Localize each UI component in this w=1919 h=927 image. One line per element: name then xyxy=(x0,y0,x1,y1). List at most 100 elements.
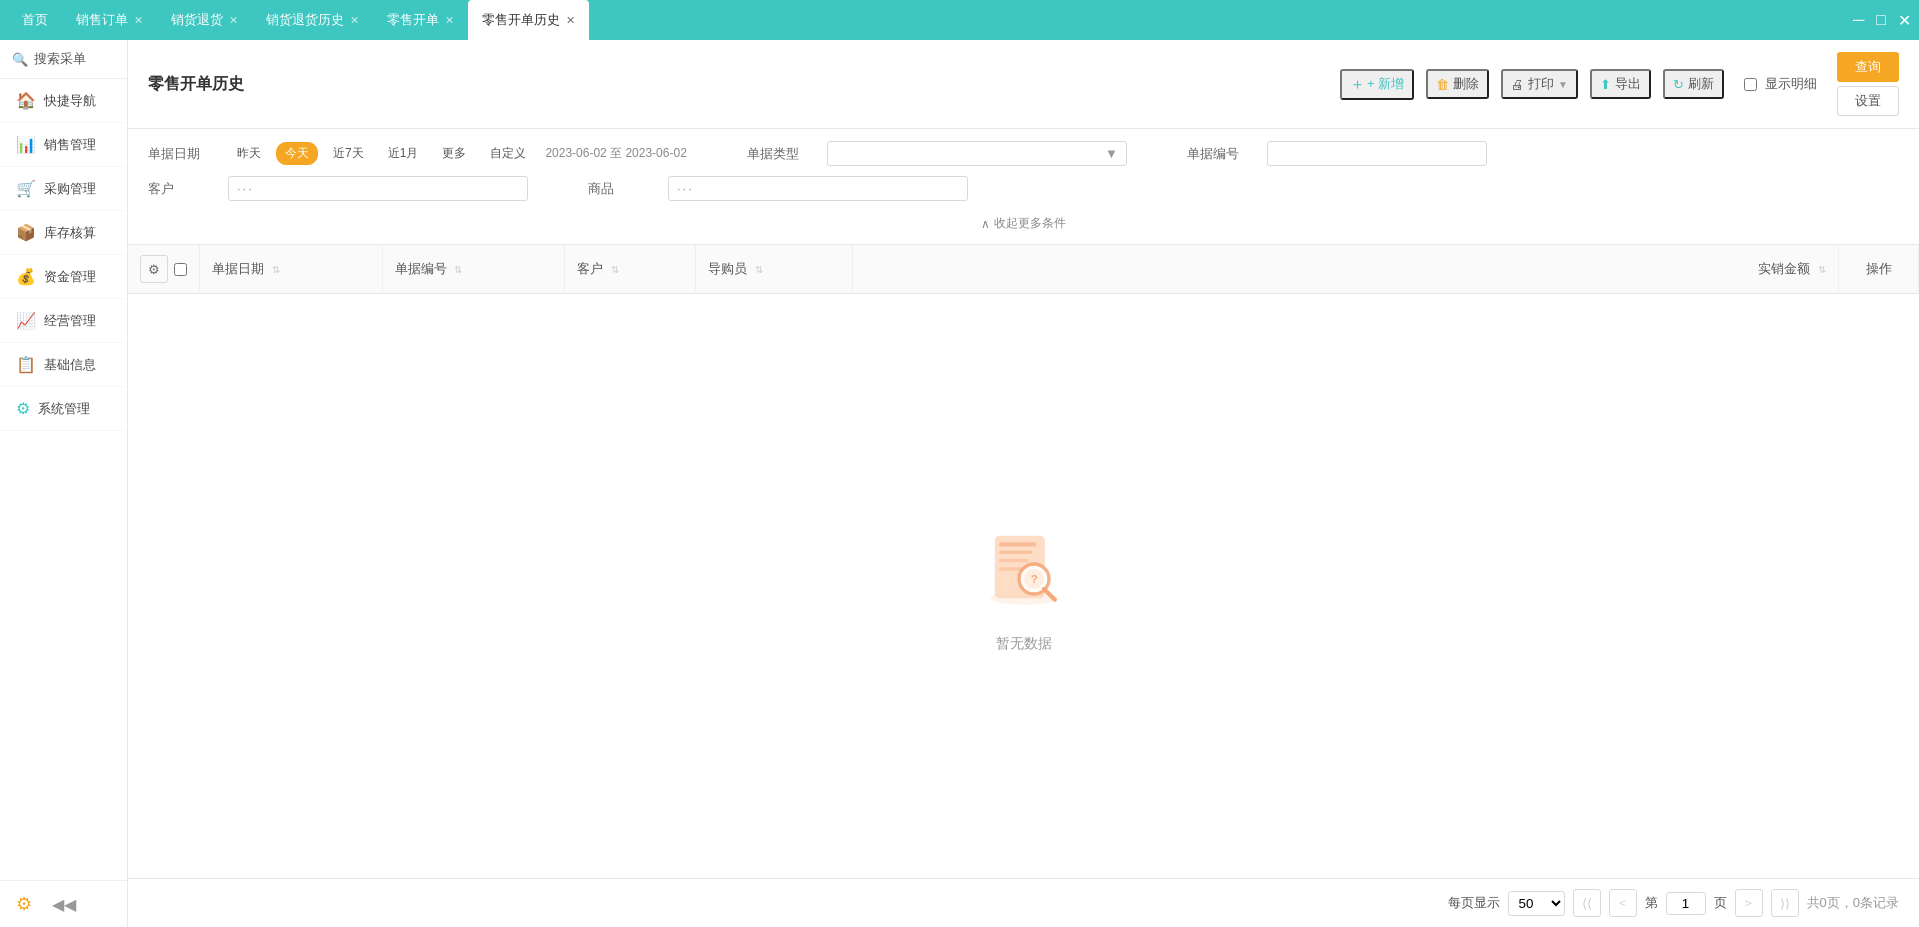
query-button[interactable]: 查询 xyxy=(1837,52,1899,82)
date-btn-more[interactable]: 更多 xyxy=(433,142,475,165)
th-number: 单据编号 ⇅ xyxy=(382,245,565,294)
sidebar-item-quick-nav[interactable]: 🏠 快捷导航 xyxy=(0,79,127,123)
sales-icon: 📊 xyxy=(16,135,36,154)
tab-retail-open[interactable]: 零售开单 ✕ xyxy=(373,0,468,40)
show-detail-checkbox[interactable] xyxy=(1744,78,1757,91)
tab-retail-history[interactable]: 零售开单历史 ✕ xyxy=(468,0,589,40)
goods-dots: ··· xyxy=(677,181,694,196)
sidebar-item-inventory[interactable]: 📦 库存核算 xyxy=(0,211,127,255)
goods-select[interactable]: ··· xyxy=(668,176,968,201)
export-button[interactable]: ⬆ 导出 xyxy=(1590,69,1651,99)
page-actions: ＋ + 新增 🗑 删除 🖨 打印 ▼ ⬆ 导出 ↻ xyxy=(1340,52,1899,116)
sort-salesperson-icon[interactable]: ⇅ xyxy=(755,264,763,275)
finance-icon: 💰 xyxy=(16,267,36,286)
filter-settings-button[interactable]: 设置 xyxy=(1837,86,1899,116)
date-btn-7days[interactable]: 近7天 xyxy=(324,142,373,165)
doc-number-input[interactable] xyxy=(1267,141,1487,166)
window-controls: ─ □ ✕ xyxy=(1853,11,1911,30)
th-select: ⚙ xyxy=(128,245,200,294)
show-detail-checkbox-label[interactable]: 显示明细 xyxy=(1736,71,1825,97)
sidebar-bottom: ⚙ ◀◀ xyxy=(0,880,127,927)
home-icon: 🏠 xyxy=(16,91,36,110)
main-layout: 🔍 搜索采单 🏠 快捷导航 📊 销售管理 🛒 采购管理 📦 库存核算 💰 资金管… xyxy=(0,40,1919,927)
sidebar-item-basic-info[interactable]: 📋 基础信息 xyxy=(0,343,127,387)
sort-amount-icon[interactable]: ⇅ xyxy=(1818,264,1826,275)
sort-customer-icon[interactable]: ⇅ xyxy=(611,264,619,275)
delete-button[interactable]: 🗑 删除 xyxy=(1426,69,1489,99)
doc-type-select[interactable]: ▼ xyxy=(827,141,1127,166)
tab-bar: 首页 销售订单 ✕ 销货退货 ✕ 销货退货历史 ✕ 零售开单 ✕ 零售开单历史 … xyxy=(0,0,1919,40)
content-area: 零售开单历史 ＋ + 新增 🗑 删除 🖨 打印 ▼ ⬆ 导出 xyxy=(128,40,1919,927)
last-page-btn[interactable]: ⟩⟩ xyxy=(1771,889,1799,917)
table-settings-btn[interactable]: ⚙ xyxy=(140,255,168,283)
table-header-row: ⚙ 单据日期 ⇅ 单据编号 ⇅ xyxy=(128,245,1919,294)
empty-state: ? 暂无数据 xyxy=(128,294,1919,878)
sidebar-item-system-mgmt[interactable]: ⚙ 系统管理 xyxy=(0,387,127,431)
customer-dots: ··· xyxy=(237,181,254,196)
settings-icon[interactable]: ⚙ xyxy=(16,893,32,915)
th-amount: 实销金额 ⇅ xyxy=(853,245,1839,294)
print-button[interactable]: 🖨 打印 ▼ xyxy=(1501,69,1578,99)
customer-select[interactable]: ··· xyxy=(228,176,528,201)
collapse-sidebar-icon[interactable]: ◀◀ xyxy=(52,895,76,914)
minimize-icon[interactable]: ─ xyxy=(1853,11,1864,29)
collapse-filters-btn[interactable]: ∧ 收起更多条件 xyxy=(148,211,1899,232)
next-page-btn[interactable]: ＞ xyxy=(1735,889,1763,917)
close-window-icon[interactable]: ✕ xyxy=(1898,11,1911,30)
print-dropdown-icon: ▼ xyxy=(1558,79,1568,90)
sidebar-search[interactable]: 🔍 搜索采单 xyxy=(0,40,127,79)
inventory-icon: 📦 xyxy=(16,223,36,242)
refresh-button[interactable]: ↻ 刷新 xyxy=(1663,69,1724,99)
tab-sales-return-history[interactable]: 销货退货历史 ✕ xyxy=(252,0,373,40)
th-salesperson: 导购员 ⇅ xyxy=(696,245,853,294)
sidebar-item-operations[interactable]: 📈 经营管理 xyxy=(0,299,127,343)
date-btn-1month[interactable]: 近1月 xyxy=(379,142,428,165)
select-all-checkbox[interactable] xyxy=(174,263,187,276)
sidebar-item-finance[interactable]: 💰 资金管理 xyxy=(0,255,127,299)
th-ops: 操作 xyxy=(1839,245,1919,294)
search-icon: 🔍 xyxy=(12,52,28,67)
empty-text: 暂无数据 xyxy=(996,635,1052,653)
page-total: 共0页，0条记录 xyxy=(1807,894,1899,912)
print-icon: 🖨 xyxy=(1511,77,1524,92)
plus-icon: ＋ xyxy=(1350,75,1365,94)
collapse-up-icon: ∧ xyxy=(981,217,990,231)
th-customer: 客户 ⇅ xyxy=(565,245,696,294)
customer-label: 客户 xyxy=(148,180,208,198)
sidebar-item-purchase-mgmt[interactable]: 🛒 采购管理 xyxy=(0,167,127,211)
close-tab-sales-return-history[interactable]: ✕ xyxy=(350,14,359,27)
maximize-icon[interactable]: □ xyxy=(1876,11,1886,29)
tab-home[interactable]: 首页 xyxy=(8,0,62,40)
page-header: 零售开单历史 ＋ + 新增 🗑 删除 🖨 打印 ▼ ⬆ 导出 xyxy=(128,40,1919,129)
date-btn-today[interactable]: 今天 xyxy=(276,142,318,165)
close-tab-retail-open[interactable]: ✕ xyxy=(445,14,454,27)
tab-sales-order[interactable]: 销售订单 ✕ xyxy=(62,0,157,40)
first-page-btn[interactable]: ⟨⟨ xyxy=(1573,889,1601,917)
svg-rect-4 xyxy=(999,559,1028,562)
svg-rect-2 xyxy=(999,542,1037,546)
page-size-label: 每页显示 xyxy=(1448,894,1500,912)
close-tab-retail-history[interactable]: ✕ xyxy=(566,14,575,27)
sidebar: 🔍 搜索采单 🏠 快捷导航 📊 销售管理 🛒 采购管理 📦 库存核算 💰 资金管… xyxy=(0,40,128,927)
add-button[interactable]: ＋ + 新增 xyxy=(1340,69,1414,100)
prev-page-btn[interactable]: ＜ xyxy=(1609,889,1637,917)
sort-number-icon[interactable]: ⇅ xyxy=(454,264,462,275)
system-icon: ⚙ xyxy=(16,399,30,418)
refresh-icon: ↻ xyxy=(1673,77,1684,92)
empty-illustration: ? xyxy=(974,519,1074,619)
goods-label: 商品 xyxy=(588,180,648,198)
close-tab-sales-return[interactable]: ✕ xyxy=(229,14,238,27)
tab-sales-return[interactable]: 销货退货 ✕ xyxy=(157,0,252,40)
date-btn-yesterday[interactable]: 昨天 xyxy=(228,142,270,165)
page-size-select[interactable]: 50 10 20 100 xyxy=(1508,891,1565,916)
doc-number-label: 单据编号 xyxy=(1187,145,1247,163)
table-container: ⚙ 单据日期 ⇅ 单据编号 ⇅ xyxy=(128,245,1919,878)
page-number-input[interactable] xyxy=(1666,892,1706,915)
close-tab-sales-order[interactable]: ✕ xyxy=(134,14,143,27)
date-btn-custom[interactable]: 自定义 xyxy=(481,142,535,165)
page-title: 零售开单历史 xyxy=(148,74,244,95)
sidebar-item-sales-mgmt[interactable]: 📊 销售管理 xyxy=(0,123,127,167)
page-label: 第 xyxy=(1645,894,1658,912)
sort-date-icon[interactable]: ⇅ xyxy=(272,264,280,275)
export-icon: ⬆ xyxy=(1600,77,1611,92)
